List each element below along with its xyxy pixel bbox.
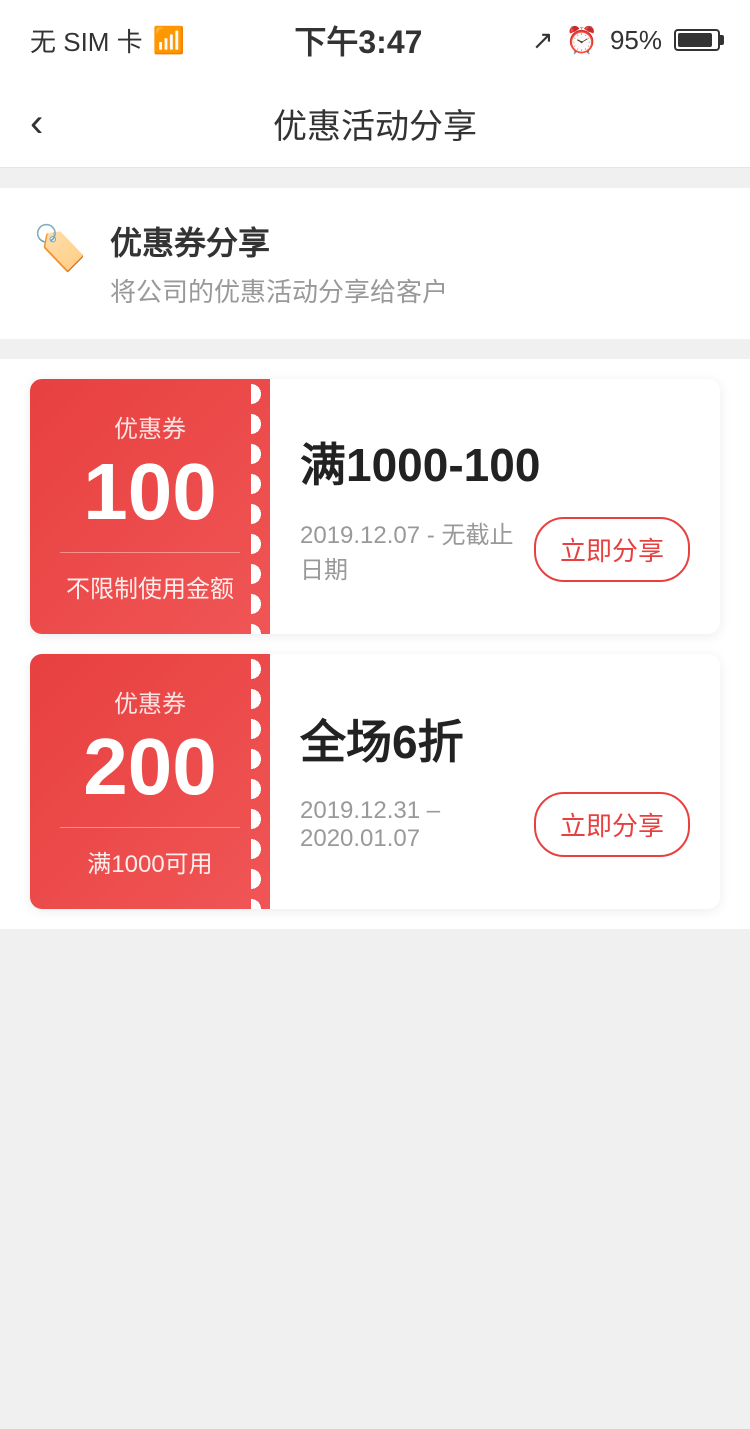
coupon-condition-2: 满1000可用 [87, 844, 212, 879]
carrier-text: 无 SIM 卡 [30, 22, 143, 59]
coupon-card-2: 优惠券 200 满1000可用 全场6折 2019.12.31 – 2020.0… [30, 654, 720, 909]
status-left: 无 SIM 卡 📶 [30, 22, 185, 59]
coupon-label-1: 优惠券 [114, 409, 186, 444]
status-time: 下午3:47 [294, 17, 422, 63]
header-section: 🏷️ 优惠券分享 将公司的优惠活动分享给客户 [0, 188, 750, 339]
coupon-card-1: 优惠券 100 不限制使用金额 满1000-100 2019.12.07 - 无… [30, 379, 720, 634]
battery-icon [674, 29, 720, 51]
section-gap-2 [0, 339, 750, 359]
coupon-meta-1: 2019.12.07 - 无截止日期 立即分享 [300, 515, 690, 585]
coupon-left-2: 优惠券 200 满1000可用 [30, 654, 270, 909]
header-title: 优惠券分享 [110, 218, 448, 264]
coupon-list: 优惠券 100 不限制使用金额 满1000-100 2019.12.07 - 无… [0, 359, 750, 929]
status-right: ↗ ⏰ 95% [532, 25, 720, 56]
coupon-left-1: 优惠券 100 不限制使用金额 [30, 379, 270, 634]
share-button-1[interactable]: 立即分享 [534, 517, 690, 582]
battery-percent: 95% [610, 25, 662, 56]
coupon-date-2: 2019.12.31 – 2020.01.07 [300, 797, 524, 853]
coupon-meta-2: 2019.12.31 – 2020.01.07 立即分享 [300, 792, 690, 857]
bottom-space [0, 929, 750, 1429]
coupon-name-2: 全场6折 [300, 706, 690, 772]
coupon-amount-2: 200 [83, 727, 216, 807]
coupon-amount-1: 100 [83, 452, 216, 532]
section-gap-1 [0, 168, 750, 188]
header-text-block: 优惠券分享 将公司的优惠活动分享给客户 [110, 218, 448, 309]
header-icon: 🏷️ [30, 218, 90, 278]
page-title: 优惠活动分享 [273, 99, 477, 148]
header-subtitle: 将公司的优惠活动分享给客户 [110, 272, 448, 309]
status-bar: 无 SIM 卡 📶 下午3:47 ↗ ⏰ 95% [0, 0, 750, 80]
coupon-right-1: 满1000-100 2019.12.07 - 无截止日期 立即分享 [270, 379, 720, 634]
coupon-divider-2 [60, 827, 240, 828]
wifi-icon: 📶 [153, 25, 185, 56]
location-icon: ↗ [532, 25, 554, 56]
share-button-2[interactable]: 立即分享 [534, 792, 690, 857]
coupon-divider-1 [60, 552, 240, 553]
coupon-right-2: 全场6折 2019.12.31 – 2020.01.07 立即分享 [270, 654, 720, 909]
nav-bar: ‹ 优惠活动分享 [0, 80, 750, 168]
alarm-icon: ⏰ [566, 25, 598, 56]
coupon-date-1: 2019.12.07 - 无截止日期 [300, 515, 524, 585]
coupon-name-1: 满1000-100 [300, 429, 690, 495]
coupon-label-2: 优惠券 [114, 684, 186, 719]
coupon-condition-1: 不限制使用金额 [66, 569, 234, 604]
back-button[interactable]: ‹ [30, 101, 43, 146]
